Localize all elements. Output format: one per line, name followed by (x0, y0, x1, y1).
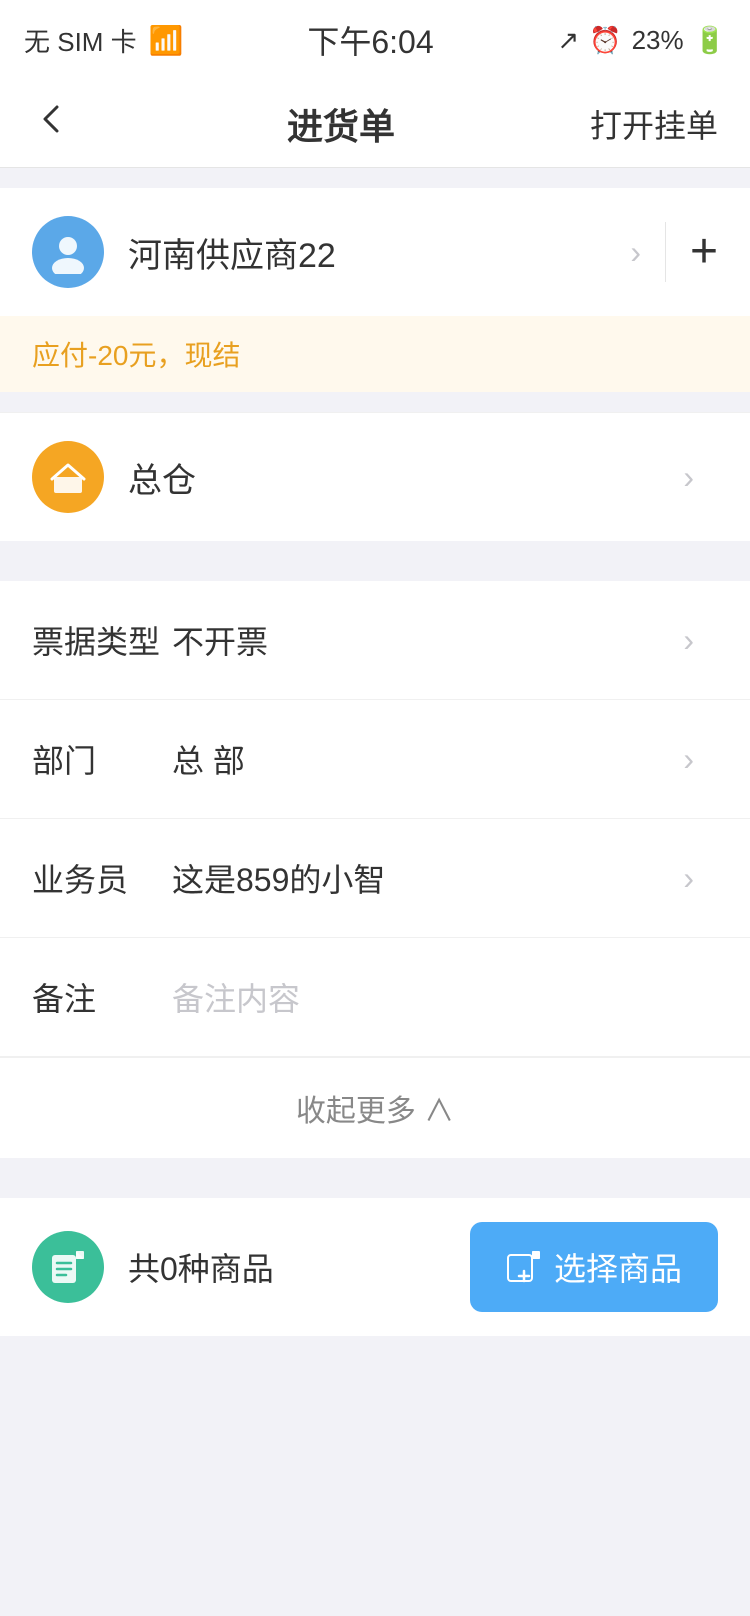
collapse-label: 收起更多 ∧ (296, 1095, 454, 1128)
salesperson-row[interactable]: 业务员 这是859的小智 › (0, 819, 750, 938)
location-icon: ↗ (557, 25, 579, 56)
warehouse-icon (32, 441, 104, 513)
department-chevron-icon: › (683, 741, 694, 778)
page-footer (0, 1336, 750, 1616)
department-row[interactable]: 部门 总 部 › (0, 700, 750, 819)
page-title: 进货单 (287, 98, 395, 150)
status-carrier: 无 SIM 卡 📶 (24, 22, 184, 59)
section-divider-4 (0, 1158, 750, 1178)
salesperson-label: 业务员 (32, 855, 172, 901)
remark-label: 备注 (32, 974, 172, 1020)
invoice-type-value: 不开票 (172, 617, 683, 663)
back-button[interactable] (32, 99, 92, 149)
form-section: 票据类型 不开票 › 部门 总 部 › 业务员 这是859的小智 › 备注 备注… (0, 581, 750, 1158)
carrier-text: 无 SIM 卡 (24, 22, 137, 59)
department-value: 总 部 (172, 736, 683, 782)
vertical-divider (665, 222, 666, 282)
warehouse-chevron-icon: › (683, 459, 694, 496)
invoice-type-row[interactable]: 票据类型 不开票 › (0, 581, 750, 700)
select-product-label: 选择商品 (554, 1244, 682, 1290)
status-time: 下午6:04 (307, 17, 433, 63)
add-supplier-button[interactable]: + (690, 228, 718, 276)
status-right-icons: ↗ ⏰ 23% 🔋 (557, 25, 726, 56)
wifi-icon: 📶 (149, 24, 184, 57)
salesperson-value: 这是859的小智 (172, 855, 683, 901)
supplier-name: 河南供应商22 (128, 228, 630, 277)
alarm-icon: ⏰ (589, 25, 621, 56)
salesperson-chevron-icon: › (683, 860, 694, 897)
open-pending-button[interactable]: 打开挂单 (590, 101, 718, 147)
warehouse-name: 总仓 (128, 453, 683, 502)
invoice-type-chevron-icon: › (683, 622, 694, 659)
supplier-section: 河南供应商22 › + 应付-20元，现结 (0, 188, 750, 392)
warehouse-row[interactable]: 总仓 › (0, 412, 750, 541)
battery-text: 23% (632, 25, 684, 56)
warehouse-section: 总仓 › (0, 412, 750, 541)
supplier-row[interactable]: 河南供应商22 › + (0, 188, 750, 316)
remark-row[interactable]: 备注 备注内容 (0, 938, 750, 1057)
bottom-bar: 共0种商品 选择商品 (0, 1198, 750, 1336)
supplier-chevron-icon: › (630, 234, 641, 271)
status-bar: 无 SIM 卡 📶 下午6:04 ↗ ⏰ 23% 🔋 (0, 0, 750, 80)
notice-banner: 应付-20元，现结 (0, 316, 750, 392)
section-divider-1 (0, 168, 750, 188)
collapse-button[interactable]: 收起更多 ∧ (0, 1057, 750, 1158)
invoice-type-label: 票据类型 (32, 617, 172, 663)
product-count-icon (32, 1231, 104, 1303)
department-label: 部门 (32, 736, 172, 782)
nav-bar: 进货单 打开挂单 (0, 80, 750, 168)
select-product-button[interactable]: 选择商品 (470, 1222, 718, 1312)
section-divider-2 (0, 392, 750, 412)
section-divider-3 (0, 541, 750, 561)
remark-input[interactable]: 备注内容 (172, 974, 718, 1020)
battery-icon: 🔋 (694, 25, 726, 56)
product-count-text: 共0种商品 (128, 1244, 446, 1290)
supplier-avatar (32, 216, 104, 288)
